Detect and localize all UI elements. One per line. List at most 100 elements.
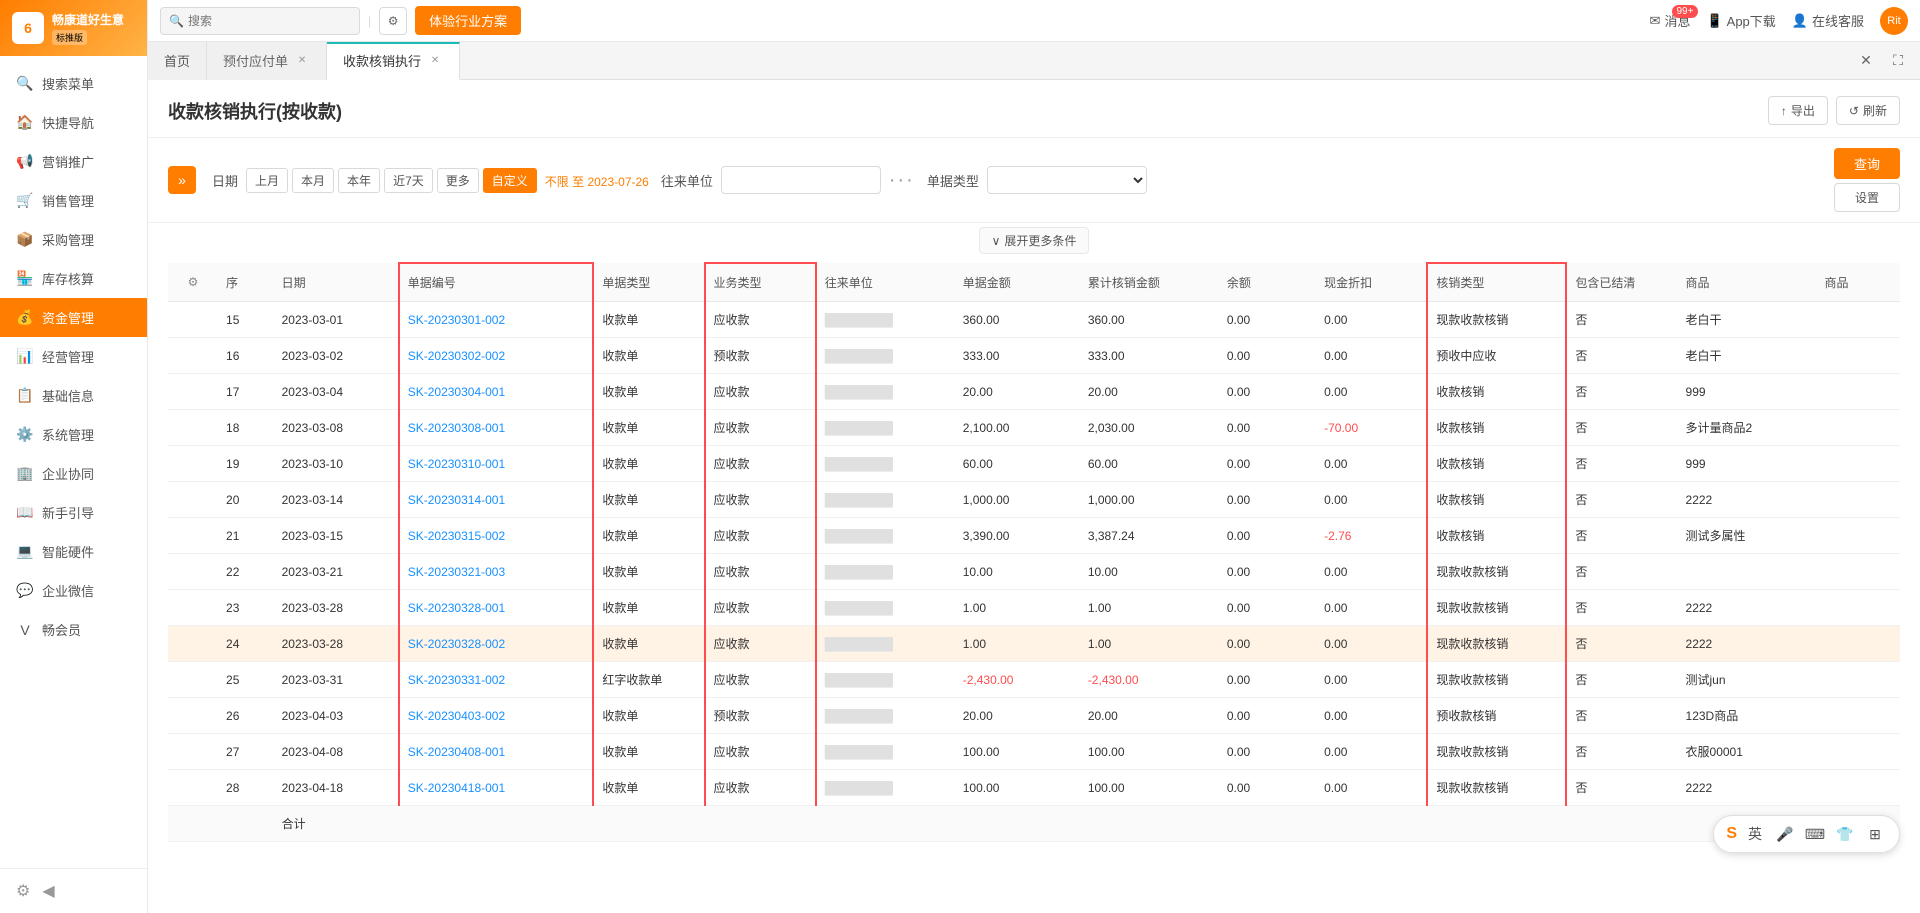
floating-mic-icon[interactable]: 🎤 (1773, 822, 1797, 846)
bill-no-link[interactable]: SK-20230308-001 (408, 421, 505, 435)
solution-button[interactable]: 体验行业方案 (415, 6, 521, 35)
expand-more-button[interactable]: ∨ 展开更多条件 (979, 227, 1090, 254)
table-row[interactable]: 22 2023-03-21 SK-20230321-003 收款单 应收款 ██… (168, 554, 1900, 590)
bill-no-link[interactable]: SK-20230328-002 (408, 637, 505, 651)
cell-include-settled: 否 (1566, 626, 1677, 662)
partner-filter-input[interactable] (721, 166, 881, 194)
tab-prepay[interactable]: 预付应付单 ✕ (207, 42, 327, 80)
sidebar-item-operation[interactable]: 📊 经营管理 (0, 337, 147, 376)
sidebar-item-wechat[interactable]: 💬 企业微信 (0, 571, 147, 610)
floating-grid-icon[interactable]: ⊞ (1863, 822, 1887, 846)
bill-no-link[interactable]: SK-20230301-002 (408, 313, 505, 327)
date-this-year-btn[interactable]: 本年 (338, 168, 380, 193)
voucher-type-select[interactable] (987, 166, 1147, 194)
date-custom-btn[interactable]: 自定义 (483, 168, 537, 193)
cell-biz-type: 应收款 (705, 590, 816, 626)
sidebar-item-hardware[interactable]: 💻 智能硬件 (0, 532, 147, 571)
cell-goods2 (1817, 554, 1900, 590)
cell-goods: 2222 (1678, 770, 1817, 806)
bill-no-link[interactable]: SK-20230408-001 (408, 745, 505, 759)
date-more-btn[interactable]: 更多 (437, 168, 479, 193)
bill-no-link[interactable]: SK-20230328-001 (408, 601, 505, 615)
tab-home[interactable]: 首页 (148, 42, 207, 80)
cell-discount: 0.00 (1316, 626, 1427, 662)
bill-no-link[interactable]: SK-20230403-002 (408, 709, 505, 723)
bill-no-link[interactable]: SK-20230418-001 (408, 781, 505, 795)
cell-settings (168, 446, 218, 482)
cell-settings (168, 590, 218, 626)
sidebar-item-purchase[interactable]: 📦 采购管理 (0, 220, 147, 259)
sidebar-item-sales[interactable]: 🛒 销售管理 (0, 181, 147, 220)
bill-no-link[interactable]: SK-20230321-003 (408, 565, 505, 579)
message-badge[interactable]: ✉ 消息 99+ (1650, 11, 1691, 30)
cell-goods: 999 (1678, 374, 1817, 410)
cell-settings (168, 410, 218, 446)
table-row[interactable]: 16 2023-03-02 SK-20230302-002 收款单 预收款 ██… (168, 338, 1900, 374)
cell-date: 2023-03-01 (274, 302, 399, 338)
table-row[interactable]: 27 2023-04-08 SK-20230408-001 收款单 应收款 ██… (168, 734, 1900, 770)
floating-keyboard-icon[interactable]: ⌨ (1803, 822, 1827, 846)
online-service-btn[interactable]: 👤 在线客服 (1792, 11, 1864, 30)
date-7days-btn[interactable]: 近7天 (384, 168, 433, 193)
sidebar-item-member[interactable]: V 畅会员 (0, 610, 147, 649)
table-row[interactable]: 23 2023-03-28 SK-20230328-001 收款单 应收款 ██… (168, 590, 1900, 626)
cell-verify-type: 现款收款核销 (1427, 590, 1566, 626)
bill-no-link[interactable]: SK-20230314-001 (408, 493, 505, 507)
table-row[interactable]: 17 2023-03-04 SK-20230304-001 收款单 应收款 ██… (168, 374, 1900, 410)
sidebar-item-inventory[interactable]: 🏪 库存核算 (0, 259, 147, 298)
tab-collection-close[interactable]: ✕ (427, 53, 443, 69)
bill-no-link[interactable]: SK-20230304-001 (408, 385, 505, 399)
table-row[interactable]: 28 2023-04-18 SK-20230418-001 收款单 应收款 ██… (168, 770, 1900, 806)
sidebar-item-finance[interactable]: 💰 资金管理 (0, 298, 147, 337)
table-row[interactable]: 18 2023-03-08 SK-20230308-001 收款单 应收款 ██… (168, 410, 1900, 446)
collapse-icon[interactable]: ◀ (42, 881, 54, 901)
cell-balance: 0.00 (1219, 374, 1316, 410)
cell-include-settled: 否 (1566, 770, 1677, 806)
bill-no-link[interactable]: SK-20230310-001 (408, 457, 505, 471)
cell-goods: 2222 (1678, 626, 1817, 662)
table-row[interactable]: 15 2023-03-01 SK-20230301-002 收款单 应收款 ██… (168, 302, 1900, 338)
user-avatar[interactable]: Rit (1880, 7, 1908, 35)
col-settings-header[interactable]: ⚙ (168, 263, 218, 302)
cell-verify-type: 收款核销 (1427, 374, 1566, 410)
marketing-icon: 📢 (16, 153, 34, 171)
app-download-btn[interactable]: 📱 App下载 (1706, 11, 1775, 30)
table-row[interactable]: 26 2023-04-03 SK-20230403-002 收款单 预收款 ██… (168, 698, 1900, 734)
sidebar-item-marketing[interactable]: 📢 营销推广 (0, 142, 147, 181)
tab-collection[interactable]: 收款核销执行 ✕ (327, 42, 460, 80)
table-row[interactable]: 21 2023-03-15 SK-20230315-002 收款单 应收款 ██… (168, 518, 1900, 554)
bill-no-link[interactable]: SK-20230302-002 (408, 349, 505, 363)
table-row[interactable]: 24 2023-03-28 SK-20230328-002 收款单 应收款 ██… (168, 626, 1900, 662)
sidebar-item-guide[interactable]: 📖 新手引导 (0, 493, 147, 532)
sidebar-item-basic[interactable]: 📋 基础信息 (0, 376, 147, 415)
bill-no-link[interactable]: SK-20230331-002 (408, 673, 505, 687)
sidebar-item-search[interactable]: 🔍 搜索菜单 (0, 64, 147, 103)
filter-settings-button[interactable]: 设置 (1834, 183, 1900, 212)
cell-partner: ████████ (816, 734, 955, 770)
table-row[interactable]: 25 2023-03-31 SK-20230331-002 红字收款单 应收款 … (168, 662, 1900, 698)
floating-shirt-icon[interactable]: 👕 (1833, 822, 1857, 846)
refresh-button[interactable]: ↺ 刷新 (1836, 96, 1900, 125)
bill-no-link[interactable]: SK-20230315-002 (408, 529, 505, 543)
sidebar-item-system[interactable]: ⚙️ 系统管理 (0, 415, 147, 454)
filter-toggle-btn[interactable]: » (168, 166, 196, 194)
table-row[interactable]: 19 2023-03-10 SK-20230310-001 收款单 应收款 ██… (168, 446, 1900, 482)
topbar-gear-btn[interactable]: ⚙ (379, 7, 407, 35)
settings-footer-icon[interactable]: ⚙ (16, 881, 30, 901)
sidebar-item-enterprise[interactable]: 🏢 企业协同 (0, 454, 147, 493)
tab-prepay-close[interactable]: ✕ (294, 53, 310, 69)
date-last-month-btn[interactable]: 上月 (246, 168, 288, 193)
table-row[interactable]: 20 2023-03-14 SK-20230314-001 收款单 应收款 ██… (168, 482, 1900, 518)
sidebar-item-quick[interactable]: 🏠 快捷导航 (0, 103, 147, 142)
tab-maximize-btn[interactable]: ⛶ (1884, 47, 1912, 75)
cell-bill-no: SK-20230310-001 (399, 446, 594, 482)
query-button[interactable]: 查询 (1834, 148, 1900, 179)
tab-close-all-btn[interactable]: ✕ (1852, 47, 1880, 75)
date-this-month-btn[interactable]: 本月 (292, 168, 334, 193)
export-button[interactable]: ↑ 导出 (1768, 96, 1828, 125)
mobile-icon: 📱 (1706, 13, 1722, 29)
topbar-search-input[interactable] (188, 14, 351, 28)
floating-text-icon[interactable]: 英 (1743, 822, 1767, 846)
sidebar-footer: ⚙ ◀ (0, 868, 147, 913)
partner-more-btn[interactable]: ··· (889, 169, 915, 192)
